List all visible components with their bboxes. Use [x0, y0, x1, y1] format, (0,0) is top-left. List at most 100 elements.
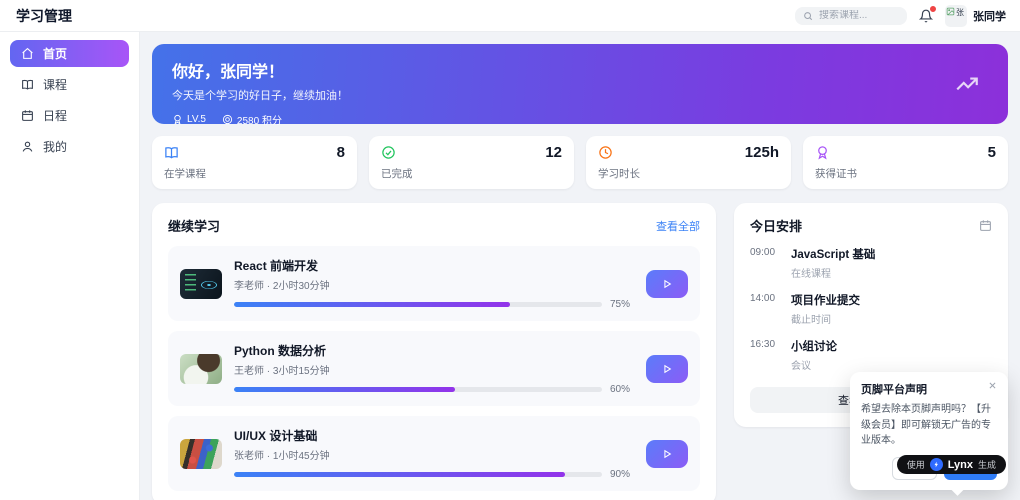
- stat-label: 获得证书: [815, 168, 857, 180]
- notification-bell-button[interactable]: [919, 4, 937, 23]
- points-badge: 2580 积分: [222, 112, 282, 127]
- avatar-alt-text: 张: [956, 7, 964, 17]
- course-thumbnail: [180, 438, 222, 469]
- progress-track: [234, 472, 602, 477]
- broken-image-icon: [946, 7, 955, 15]
- lynx-logo-icon: [929, 458, 943, 471]
- course-row-react[interactable]: React 前端开发 李老师 · 2小时30分钟 75%: [168, 246, 700, 321]
- clock-icon: [598, 145, 613, 160]
- sidebar-item-label: 我的: [43, 140, 68, 154]
- schedule-item: 14:00 项目作业提交 截止时间: [750, 292, 992, 326]
- play-button[interactable]: [646, 439, 688, 468]
- course-meta: 李老师 · 2小时30分钟: [234, 281, 330, 292]
- course-row-uiux[interactable]: UI/UX 设计基础 张老师 · 1小时45分钟 90%: [168, 416, 700, 491]
- notification-dot: [929, 4, 937, 13]
- badge-brand: Lynx: [947, 458, 973, 471]
- stat-value: 125h: [744, 144, 779, 161]
- medal-icon: [174, 114, 181, 125]
- sidebar-item-home[interactable]: 首页: [10, 40, 129, 67]
- app-title: 学习管理: [16, 7, 72, 24]
- level-text: LV.5: [187, 114, 206, 125]
- progress-percent: 90%: [610, 469, 631, 480]
- play-icon: [664, 279, 672, 288]
- close-icon[interactable]: [988, 381, 997, 390]
- stat-card-completed: 12 已完成: [369, 136, 574, 189]
- stat-label: 学习时长: [598, 168, 640, 180]
- progress-fill: [234, 387, 455, 392]
- trending-up-icon: [954, 71, 980, 97]
- progress-percent: 60%: [610, 384, 631, 395]
- avatar: 张: [945, 4, 967, 27]
- hero-banner: 你好，张同学！ 今天是个学习的好日子，继续加油！ LV.5 2580 积分: [152, 44, 1008, 127]
- stat-value: 5: [987, 144, 996, 161]
- badge-prefix: 使用: [906, 460, 925, 470]
- header-actions: 张 张同学: [795, 4, 1006, 27]
- course-thumbnail: [180, 353, 222, 384]
- search-input[interactable]: [819, 10, 899, 21]
- schedule-time: 14:00: [750, 293, 776, 304]
- calendar-icon: [979, 219, 992, 232]
- progress-track: [234, 302, 602, 307]
- popup-title: 页脚平台声明: [861, 384, 927, 396]
- book-icon: [22, 79, 33, 90]
- course-row-python[interactable]: Python 数据分析 王老师 · 3小时15分钟 60%: [168, 331, 700, 406]
- user-icon: [22, 141, 33, 152]
- course-meta: 王老师 · 3小时15分钟: [234, 366, 330, 377]
- schedule-item: 09:00 JavaScript 基础 在线课程: [750, 246, 992, 280]
- stats-row: 8 在学课程 12 已完成 125h 学习时长 5 获得证书: [152, 136, 1008, 189]
- lynx-attribution-badge[interactable]: 使用 Lynx 生成: [896, 455, 1006, 474]
- schedule-time: 09:00: [750, 247, 776, 258]
- course-meta: 张老师 · 1小时45分钟: [234, 451, 330, 462]
- schedule-subtitle: 会议: [791, 361, 811, 372]
- progress-percent: 75%: [610, 299, 631, 310]
- sidebar-item-label: 课程: [43, 78, 68, 92]
- panel-title: 继续学习: [168, 219, 221, 234]
- search-box[interactable]: [795, 6, 907, 25]
- sidebar-item-label: 首页: [43, 47, 68, 61]
- view-all-link[interactable]: 查看全部: [656, 218, 700, 234]
- schedule-subtitle: 在线课程: [791, 269, 831, 280]
- sidebar-item-schedule[interactable]: 日程: [10, 102, 129, 129]
- points-text: 2580 积分: [236, 116, 282, 127]
- search-icon: [804, 11, 813, 20]
- stat-label: 已完成: [381, 168, 413, 180]
- schedule-subtitle: 截止时间: [791, 315, 831, 326]
- play-icon: [664, 449, 672, 458]
- check-circle-icon: [381, 145, 396, 160]
- course-title: UI/UX 设计基础: [234, 429, 318, 443]
- stat-value: 8: [336, 144, 345, 161]
- badge-suffix: 生成: [977, 460, 996, 470]
- home-icon: [22, 47, 33, 59]
- hero-subtitle: 今天是个学习的好日子，继续加油！: [172, 90, 348, 102]
- progress-track: [234, 387, 602, 392]
- schedule-title: 小组讨论: [791, 341, 837, 353]
- stat-label: 在学课程: [164, 168, 206, 180]
- calendar-icon: [22, 110, 33, 121]
- course-title: React 前端开发: [234, 259, 319, 273]
- panel-title: 今日安排: [750, 219, 803, 234]
- sidebar-item-courses[interactable]: 课程: [10, 71, 129, 98]
- popup-body-text: 希望去除本页脚声明吗？【升级会员】即可解锁无广告的专业版本。: [861, 404, 991, 446]
- app-header: 学习管理 张 张同学: [0, 0, 1020, 32]
- book-icon: [164, 145, 179, 160]
- progress-fill: [234, 472, 566, 477]
- level-badge: LV.5: [172, 114, 206, 125]
- play-button[interactable]: [646, 269, 688, 298]
- continue-learning-panel: 继续学习 查看全部 React 前端开发 李老师 · 2小时30分钟 75% P…: [152, 203, 716, 500]
- user-menu[interactable]: 张 张同学: [945, 4, 1006, 27]
- play-button[interactable]: [646, 354, 688, 383]
- sidebar-item-label: 日程: [43, 109, 68, 123]
- coin-icon: [222, 114, 233, 125]
- play-icon: [664, 364, 672, 373]
- course-title: Python 数据分析: [234, 344, 326, 358]
- sidebar: 首页 课程 日程 我的: [0, 32, 140, 500]
- course-thumbnail: [180, 268, 222, 299]
- stat-card-active-courses: 8 在学课程: [152, 136, 357, 189]
- schedule-item: 16:30 小组讨论 会议: [750, 338, 992, 372]
- schedule-title: JavaScript 基础: [791, 249, 876, 261]
- hero-greeting: 你好，张同学！: [172, 64, 285, 81]
- sidebar-item-profile[interactable]: 我的: [10, 133, 129, 160]
- user-name: 张同学: [973, 10, 1006, 23]
- hero-badges: LV.5 2580 积分: [172, 112, 988, 127]
- schedule-time: 16:30: [750, 339, 776, 350]
